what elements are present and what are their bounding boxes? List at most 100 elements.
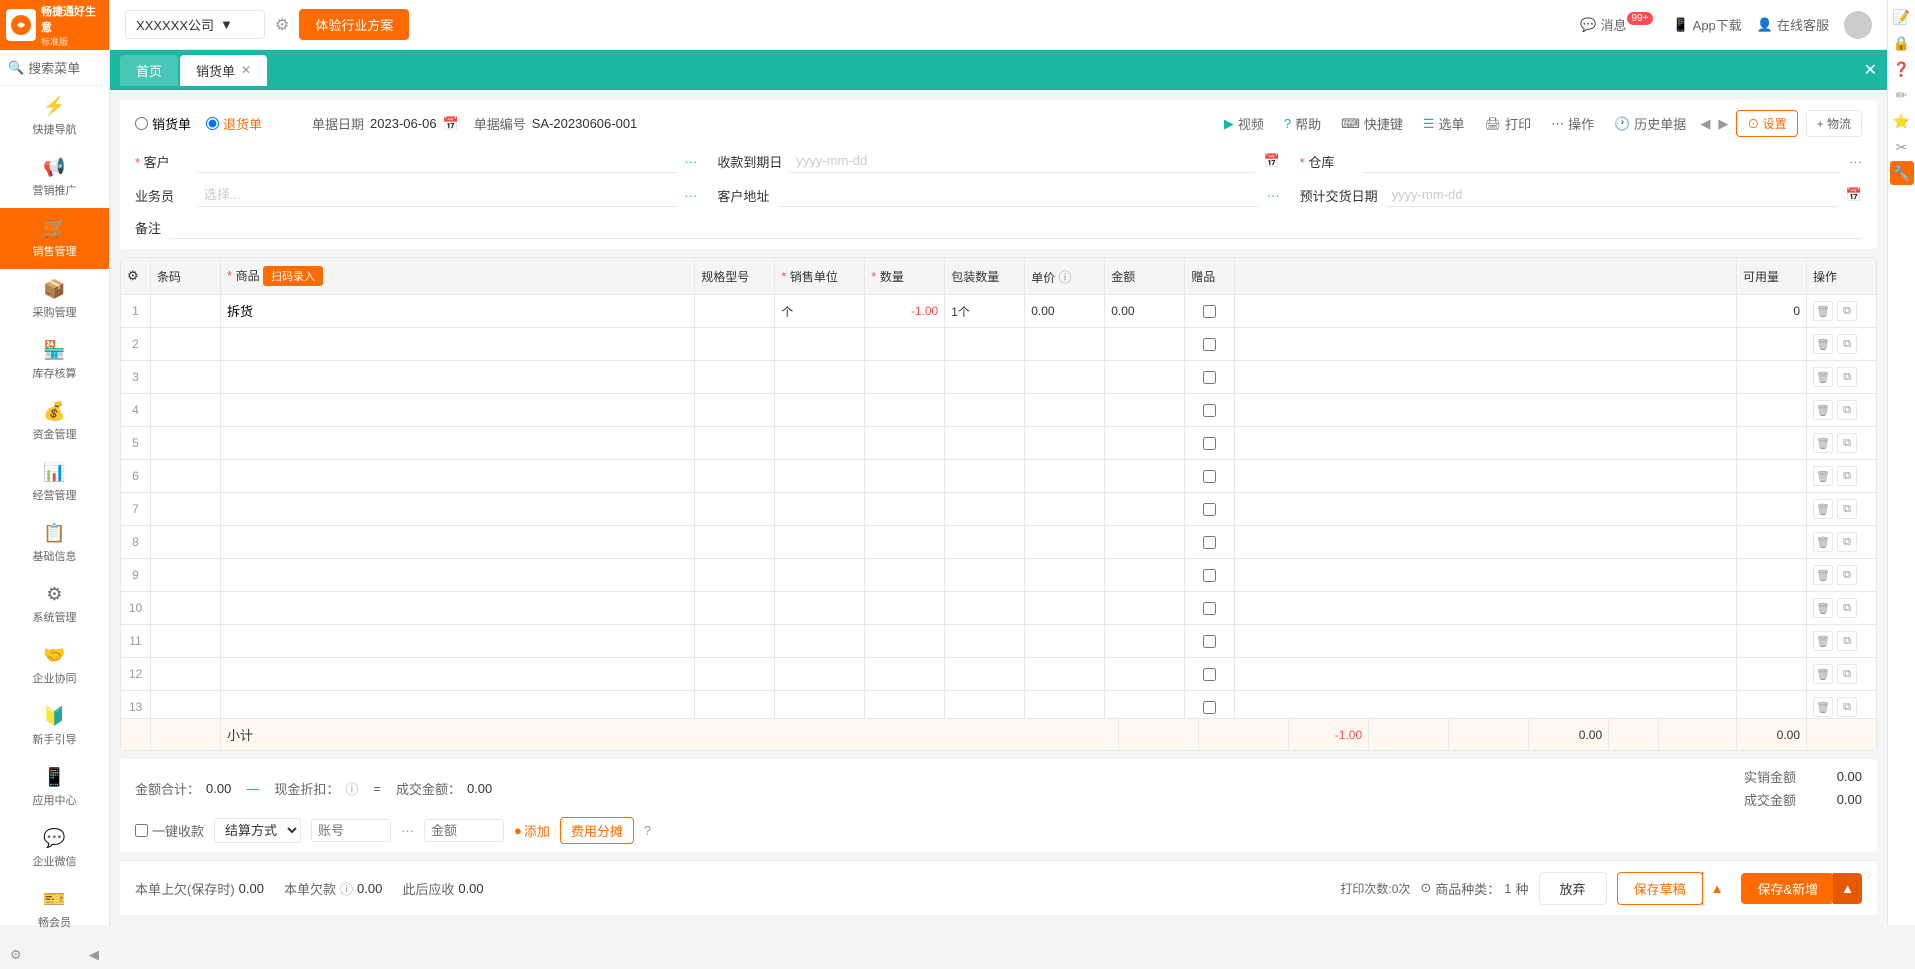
expense-btn[interactable]: 费用分摊 (560, 817, 634, 844)
app-download-btn[interactable]: 📱 App下载 (1672, 15, 1741, 34)
cell-unit-7[interactable] (775, 526, 865, 559)
sidebar-gear-btn[interactable]: ⚙ (10, 947, 22, 963)
cell-spec-10[interactable] (695, 625, 775, 658)
copy-btn-12[interactable]: ⧉ (1837, 697, 1857, 717)
col-gear[interactable]: ⚙ (121, 258, 151, 295)
right-panel-btn-4[interactable]: ✏ (1890, 83, 1914, 107)
copy-btn-6[interactable]: ⧉ (1837, 499, 1857, 519)
cell-gift-8[interactable] (1185, 559, 1235, 592)
sidebar-item-member[interactable]: 🎫 畅会员 (0, 879, 109, 940)
cell-unit-4[interactable] (775, 427, 865, 460)
cell-qty-9[interactable] (865, 592, 945, 625)
cell-gift-5[interactable] (1185, 460, 1235, 493)
cell-unit-5[interactable] (775, 460, 865, 493)
cell-product-2[interactable] (221, 361, 695, 394)
cell-spec-8[interactable] (695, 559, 775, 592)
right-panel-btn-6[interactable]: ✂ (1890, 135, 1914, 159)
cell-barcode-8[interactable] (151, 559, 221, 592)
cell-gift-9[interactable] (1185, 592, 1235, 625)
receipt-date-input[interactable] (790, 149, 1255, 173)
tab-home[interactable]: 首页 (120, 55, 178, 86)
date-cal-icon[interactable]: 📅 (443, 116, 459, 132)
save-new-btn[interactable]: 保存&新增 (1741, 873, 1834, 904)
discard-btn[interactable]: 放弃 (1539, 872, 1607, 905)
service-btn[interactable]: 👤 在线客服 (1757, 15, 1829, 34)
scan-btn[interactable]: 扫码录入 (263, 266, 323, 286)
video-btn[interactable]: ▶ 视频 (1218, 112, 1270, 135)
cell-product-0[interactable] (221, 295, 695, 328)
history-btn[interactable]: 🕐 历史单据 (1608, 112, 1692, 135)
cell-gift-1[interactable] (1185, 328, 1235, 361)
delete-btn-10[interactable]: 🗑 (1813, 631, 1833, 651)
cell-price-8[interactable] (1025, 559, 1105, 592)
select-btn[interactable]: ☰ 选单 (1417, 112, 1471, 135)
save-draft-arrow-btn[interactable]: ▲ (1702, 872, 1732, 905)
radio-return[interactable]: 退货单 (206, 114, 262, 133)
customer-dots[interactable]: ··· (684, 154, 697, 169)
customer-input[interactable] (198, 149, 676, 173)
cell-unit-0[interactable]: 个 (775, 295, 865, 328)
right-panel-btn-3[interactable]: ❓ (1890, 57, 1914, 81)
cell-unit-12[interactable] (775, 691, 865, 719)
delete-btn-7[interactable]: 🗑 (1813, 532, 1833, 552)
help-btn[interactable]: ? 帮助 (1278, 112, 1327, 135)
account-input[interactable] (311, 819, 391, 842)
save-new-arrow-btn[interactable]: ▲ (1833, 873, 1862, 904)
save-draft-btn[interactable]: 保存草稿 (1617, 872, 1703, 905)
cell-gift-2[interactable] (1185, 361, 1235, 394)
cell-gift-10[interactable] (1185, 625, 1235, 658)
cell-product-10[interactable] (221, 625, 695, 658)
cell-qty-8[interactable] (865, 559, 945, 592)
cell-unit-9[interactable] (775, 592, 865, 625)
cell-qty-1[interactable] (865, 328, 945, 361)
delete-btn-12[interactable]: 🗑 (1813, 697, 1833, 717)
cell-gift-3[interactable] (1185, 394, 1235, 427)
cell-barcode-9[interactable] (151, 592, 221, 625)
cell-unit-8[interactable] (775, 559, 865, 592)
topbar-gear-btn[interactable]: ⚙ (275, 15, 289, 35)
cell-spec-3[interactable] (695, 394, 775, 427)
cell-price-0[interactable]: 0.00 (1025, 295, 1105, 328)
sidebar-item-purchase[interactable]: 📦 采购管理 (0, 269, 109, 330)
goods-type-info[interactable]: ⊙ 商品种类： 1 种 (1420, 879, 1528, 898)
delete-btn-2[interactable]: 🗑 (1813, 367, 1833, 387)
cell-qty-4[interactable] (865, 427, 945, 460)
cell-barcode-0[interactable] (151, 295, 221, 328)
one-click-payment-input[interactable] (135, 824, 148, 837)
note-input[interactable] (169, 215, 1862, 239)
cell-product-4[interactable] (221, 427, 695, 460)
cell-barcode-5[interactable] (151, 460, 221, 493)
cell-price-11[interactable] (1025, 658, 1105, 691)
amount-input[interactable] (424, 819, 504, 842)
cell-spec-5[interactable] (695, 460, 775, 493)
cell-price-10[interactable] (1025, 625, 1105, 658)
cell-spec-12[interactable] (695, 691, 775, 719)
delete-btn-9[interactable]: 🗑 (1813, 598, 1833, 618)
cell-spec-1[interactable] (695, 328, 775, 361)
cell-product-1[interactable] (221, 328, 695, 361)
sidebar-item-system[interactable]: ⚙ 系统管理 (0, 574, 109, 635)
radio-sale[interactable]: 销货单 (135, 114, 191, 133)
copy-btn-9[interactable]: ⧉ (1837, 598, 1857, 618)
cell-price-4[interactable] (1025, 427, 1105, 460)
cell-unit-2[interactable] (775, 361, 865, 394)
cell-spec-11[interactable] (695, 658, 775, 691)
expected-date-input[interactable] (1386, 183, 1838, 207)
nav-prev-btn[interactable]: ◀ (1700, 116, 1710, 132)
cell-product-7[interactable] (221, 526, 695, 559)
sidebar-collapse-btn[interactable]: ◀ (89, 947, 99, 963)
cell-unit-3[interactable] (775, 394, 865, 427)
sidebar-search[interactable]: 🔍 搜索菜单 (0, 50, 109, 86)
cell-qty-0[interactable]: -1.00 (865, 295, 945, 328)
copy-btn-0[interactable]: ⧉ (1837, 301, 1857, 321)
payment-method-select[interactable]: 结算方式 (214, 818, 301, 843)
cell-product-6[interactable] (221, 493, 695, 526)
cell-unit-10[interactable] (775, 625, 865, 658)
cell-price-12[interactable] (1025, 691, 1105, 719)
logistics-btn[interactable]: + 物流 (1806, 110, 1862, 137)
copy-btn-4[interactable]: ⧉ (1837, 433, 1857, 453)
company-selector[interactable]: XXXXXX公司 ▼ (125, 10, 265, 39)
cell-qty-10[interactable] (865, 625, 945, 658)
receipt-date-cal[interactable]: 📅 (1263, 153, 1279, 169)
copy-btn-8[interactable]: ⧉ (1837, 565, 1857, 585)
